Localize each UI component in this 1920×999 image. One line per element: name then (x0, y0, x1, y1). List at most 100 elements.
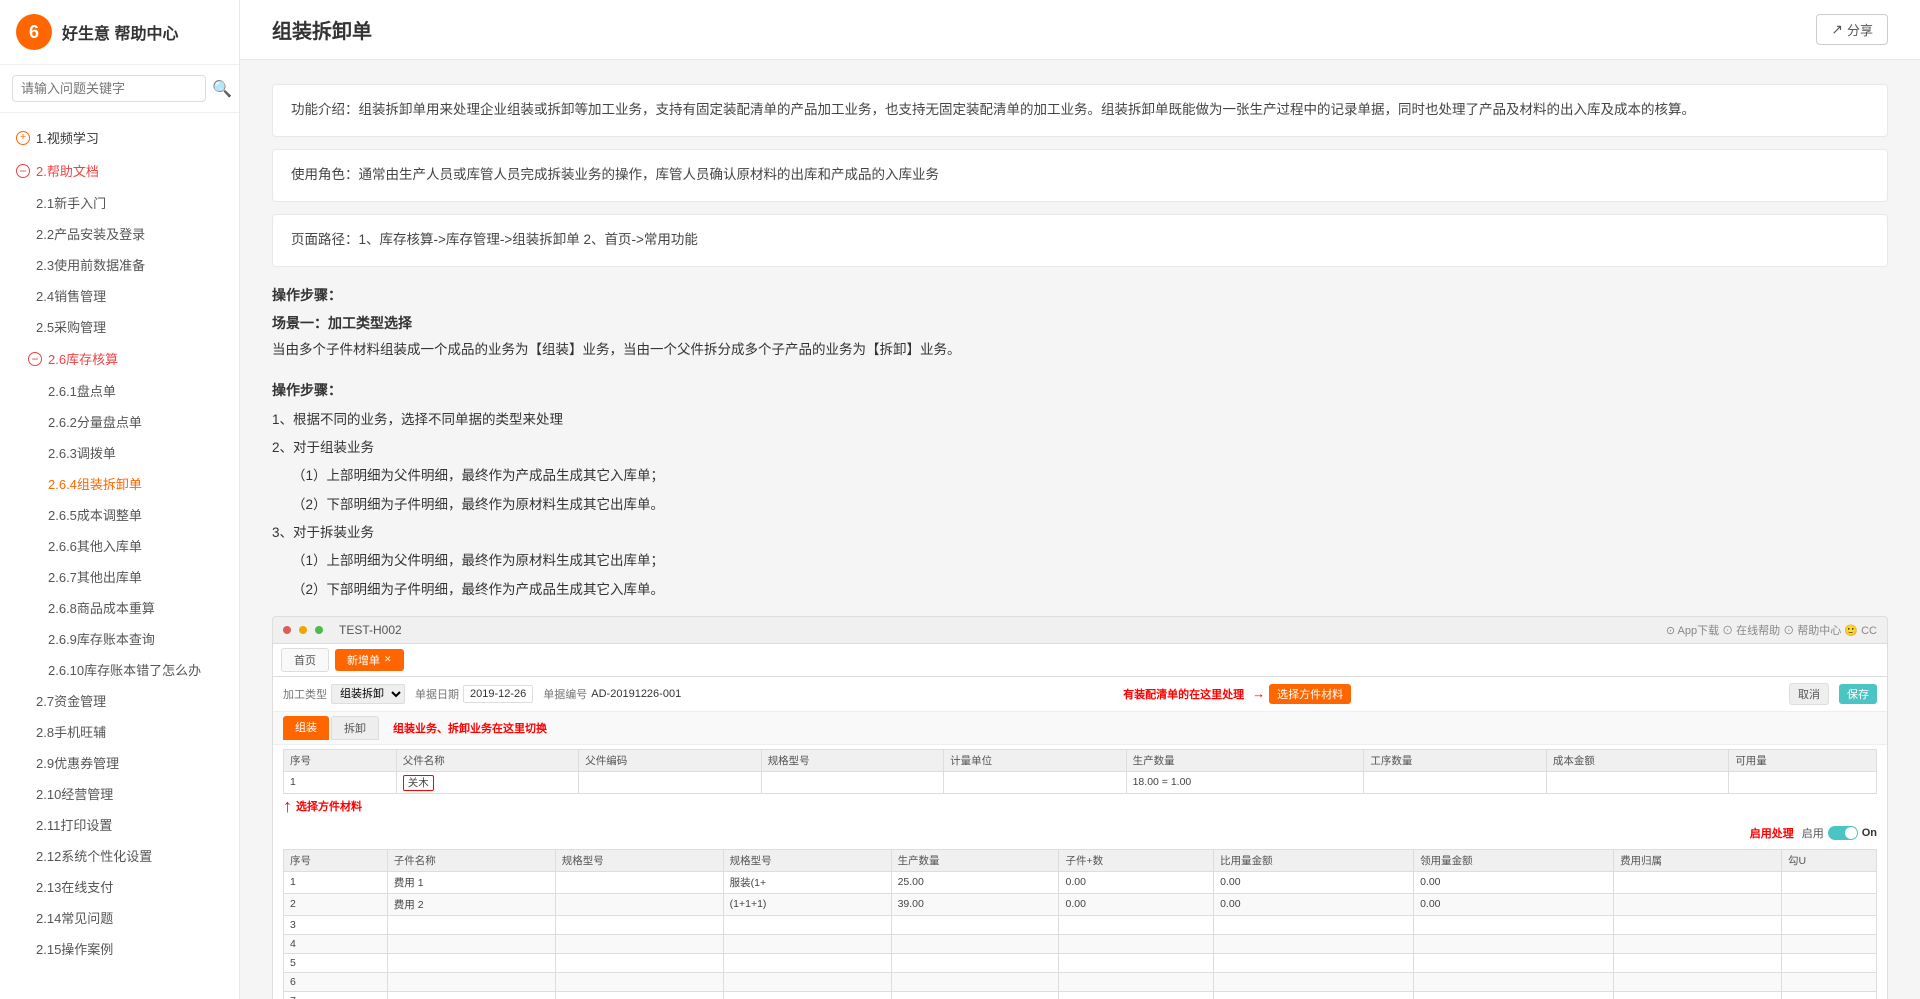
sidebar-item-211[interactable]: 2.11打印设置 (0, 809, 239, 840)
form-date-value: 2019-12-26 (463, 685, 533, 703)
content-area: 功能介绍：组装拆卸单用来处理企业组装或拆卸等加工业务，支持有固定装配清单的产品加… (240, 60, 1920, 999)
nav-section-1: + 1.视频学习 (0, 121, 239, 154)
sidebar-item-2610[interactable]: 2.6.10库存账本错了怎么办 (0, 654, 239, 685)
sidebar-item-261[interactable]: 2.6.1盘点单 (0, 375, 239, 406)
sidebar-item-262[interactable]: 2.6.2分量盘点单 (0, 406, 239, 437)
step2-1: （1）上部明细为父件明细，最终作为产成品生成其它入库单； (272, 464, 1888, 488)
step1: 1、根据不同的业务，选择不同单据的类型来处理 (272, 408, 1888, 432)
sidebar-item-video-learning[interactable]: + 1.视频学习 (0, 121, 239, 154)
logo-title: 好生意 帮助中心 (62, 20, 178, 44)
table-row: 3 (284, 915, 1877, 934)
sidebar-item-264[interactable]: 2.6.4组装拆卸单 (0, 468, 239, 499)
form-type-select[interactable]: 组装拆卸 (331, 684, 405, 704)
sub-tab-assemble[interactable]: 组装 (283, 716, 329, 740)
sidebar-item-sales[interactable]: 2.4销售管理 (0, 280, 239, 311)
share-button[interactable]: ↗ 分享 (1816, 14, 1888, 45)
ann-text-1: 有装配清单的在这里处理 (1119, 684, 1248, 704)
ann-text-2: 选择方件材料 (296, 798, 362, 814)
arrow-icon-1: → (1252, 686, 1265, 701)
role-intro-text: 使用角色：通常由生产人员或库管人员完成拆装业务的操作，库管人员确认原材料的出库和… (291, 167, 939, 182)
ann-area-2: ↑ 选择方件材料 (283, 796, 1877, 817)
share-icon: ↗ (1831, 21, 1843, 38)
table-row: 1 费用 1 服装(1+ 25.00 0.00 0.00 0.00 (284, 871, 1877, 893)
app-window: 首页 新增单 ✕ 加工类型 组装拆卸 (273, 644, 1887, 999)
search-input[interactable] (12, 75, 206, 102)
sub-tabs-row: 组装 拆卸 组装业务、拆卸业务在这里切换 (273, 712, 1887, 745)
form-area: 加工类型 组装拆卸 单据日期 2019-12-26 单据编号 AD-201912… (273, 677, 1887, 712)
col-unit: 计量单位 (944, 749, 1126, 771)
app-tab-bar: 首页 新增单 ✕ (273, 644, 1887, 677)
sidebar-item-213[interactable]: 2.13在线支付 (0, 871, 239, 902)
tab-new[interactable]: 新增单 ✕ (335, 649, 404, 671)
table-row: 1 关木 18.00 = 1.00 (284, 771, 1877, 793)
col-parent-code: 父件编码 (579, 749, 761, 771)
col-parent-name: 父件名称 (396, 749, 578, 771)
main-area: 组装拆卸单 ↗ 分享 功能介绍：组装拆卸单用来处理企业组装或拆卸等加工业务，支持… (240, 0, 1920, 999)
parent-name-cell: 关木 (403, 775, 434, 791)
sidebar-item-data-prep[interactable]: 2.3使用前数据准备 (0, 249, 239, 280)
path-intro-box: 页面路径：1、库存核算->库存管理->组装拆卸单 2、首页->常用功能 (272, 214, 1888, 267)
tab-close-icon[interactable]: ✕ (384, 654, 392, 665)
minus-icon-inv: − (28, 352, 42, 366)
sidebar-item-266[interactable]: 2.6.6其他入库单 (0, 530, 239, 561)
step3-1: （1）上部明细为父件明细，最终作为原材料生成其它出库单； (272, 549, 1888, 573)
col-spec: 规格型号 (761, 749, 943, 771)
sidebar-item-269[interactable]: 2.6.9库存账本查询 (0, 623, 239, 654)
sub-tab-disassemble[interactable]: 拆卸 (331, 716, 379, 740)
sidebar-item-27[interactable]: 2.7资金管理 (0, 685, 239, 716)
nav-children-26: 2.6.1盘点单 2.6.2分量盘点单 2.6.3调拨单 2.6.4组装拆卸单 … (0, 375, 239, 685)
sidebar-item-263[interactable]: 2.6.3调拨单 (0, 437, 239, 468)
sidebar-item-help-docs[interactable]: − 2.帮助文档 (0, 154, 239, 187)
minus-icon: − (16, 164, 30, 178)
sidebar-item-install[interactable]: 2.2产品安装及登录 (0, 218, 239, 249)
step3-2: （2）下部明细为子件明细，最终作为产成品生成其它入库单。 (272, 578, 1888, 602)
nav-section-2: − 2.帮助文档 2.1新手入门 2.2产品安装及登录 2.3使用前数据准备 2… (0, 154, 239, 964)
toggle-switch[interactable] (1828, 826, 1858, 840)
screenshot-icons: ⊙ App下载 ⊙ 在线帮助 ⊙ 帮助中心 🙂 CC (1666, 622, 1877, 638)
form-date-group: 单据日期 2019-12-26 (415, 685, 533, 703)
toggle-knob (1845, 827, 1857, 839)
sidebar-item-268[interactable]: 2.6.8商品成本重算 (0, 592, 239, 623)
sidebar-item-265[interactable]: 2.6.5成本调整单 (0, 499, 239, 530)
sidebar-item-267[interactable]: 2.6.7其他出库单 (0, 561, 239, 592)
col-qty: 生产数量 (1126, 749, 1364, 771)
arrow-up-icon: ↑ (283, 796, 292, 817)
upper-table: 序号 父件名称 父件编码 规格型号 计量单位 生产数量 工序数量 成本金额 可用… (283, 749, 1877, 794)
btn-save-form[interactable]: 保存 (1839, 684, 1877, 704)
steps-sub-title: 操作步骤： (272, 380, 1888, 400)
table-row: 4 (284, 934, 1877, 953)
form-no-value: AD-20191226-001 (591, 688, 681, 700)
sidebar-item-215[interactable]: 2.15操作案例 (0, 933, 239, 964)
table-row: 5 (284, 953, 1877, 972)
btn-cancel-form[interactable]: 取消 (1789, 683, 1829, 705)
close-dot (283, 626, 291, 634)
tab-home[interactable]: 首页 (281, 648, 329, 672)
search-area: 🔍 (0, 65, 239, 113)
sidebar-item-214[interactable]: 2.14常见问题 (0, 902, 239, 933)
form-no-group: 单据编号 AD-20191226-001 (543, 686, 681, 702)
sub-tabs: 组装 拆卸 (283, 716, 379, 740)
logo-area: 6 好生意 帮助中心 (0, 0, 239, 65)
search-button[interactable]: 🔍 (212, 79, 232, 99)
form-type-label: 加工类型 (283, 686, 327, 702)
page-title: 组装拆卸单 (272, 15, 372, 44)
step3: 3、对于拆装业务 (272, 521, 1888, 545)
screenshot-container: TEST-H002 ⊙ App下载 ⊙ 在线帮助 ⊙ 帮助中心 🙂 CC 首页 … (272, 616, 1888, 999)
sidebar-item-29[interactable]: 2.9优惠券管理 (0, 747, 239, 778)
sidebar-item-purchase[interactable]: 2.5采购管理 (0, 311, 239, 342)
ann-text-3: 组装业务、拆卸业务在这里切换 (393, 720, 547, 736)
sidebar-item-28[interactable]: 2.8手机旺辅 (0, 716, 239, 747)
col-process-qty: 工序数量 (1364, 749, 1546, 771)
sidebar-item-212[interactable]: 2.12系统个性化设置 (0, 840, 239, 871)
logo-icon: 6 (16, 14, 52, 50)
sidebar-item-210[interactable]: 2.10经营管理 (0, 778, 239, 809)
form-date-label: 单据日期 (415, 686, 459, 702)
btn-select-material[interactable]: 选择方件材料 (1269, 684, 1351, 704)
annotation-area-1: 有装配清单的在这里处理 → 选择方件材料 (691, 684, 1779, 704)
lower-table: 序号 子件名称 规格型号 规格型号 生产数量 子件+数 比用量金额 领用量金额 … (283, 849, 1877, 999)
topbar: 组装拆卸单 ↗ 分享 (240, 0, 1920, 60)
sidebar-item-beginner[interactable]: 2.1新手入门 (0, 187, 239, 218)
sidebar-item-inventory[interactable]: − 2.6库存核算 (0, 342, 239, 375)
screenshot-topbar: TEST-H002 ⊙ App下载 ⊙ 在线帮助 ⊙ 帮助中心 🙂 CC (273, 617, 1887, 644)
sidebar: 6 好生意 帮助中心 🔍 + 1.视频学习 − 2.帮助文档 2.1新手入门 2… (0, 0, 240, 999)
